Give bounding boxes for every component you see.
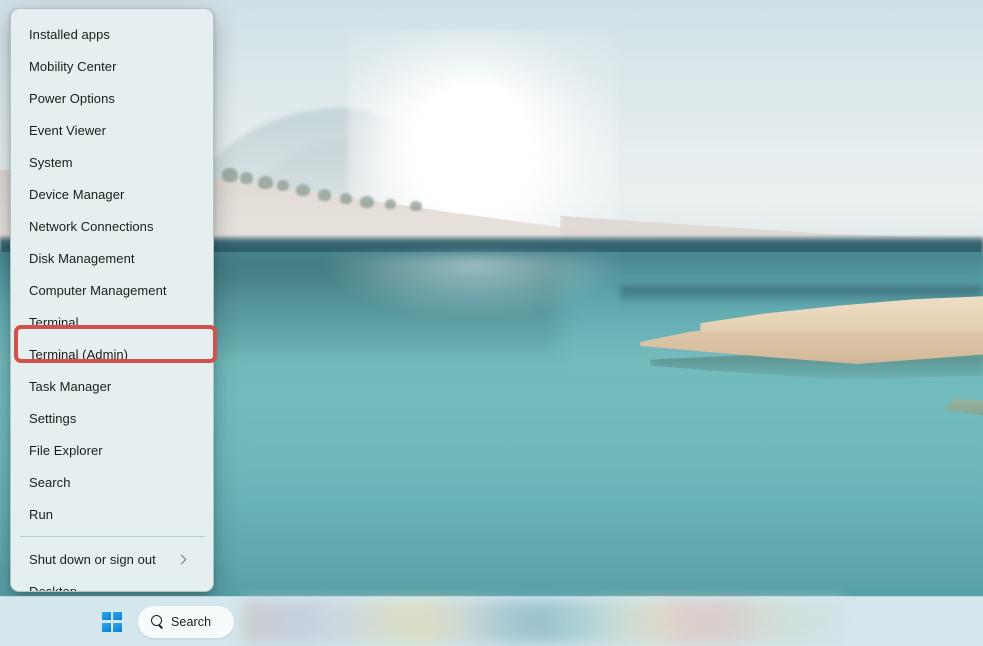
start-button[interactable] <box>95 605 129 639</box>
menu-item-label: Terminal <box>29 314 79 330</box>
shrub-icon <box>360 196 374 208</box>
menu-item-event-viewer[interactable]: Event Viewer <box>14 114 210 146</box>
menu-item-label: Device Manager <box>29 186 125 202</box>
sun-reflection <box>330 255 620 315</box>
chevron-right-icon <box>177 555 186 564</box>
taskbar: Search <box>0 596 983 646</box>
menu-item-label: Computer Management <box>29 282 167 298</box>
menu-item-label: Search <box>29 474 71 490</box>
menu-item-system[interactable]: System <box>14 146 210 178</box>
menu-item-label: Installed apps <box>29 26 110 42</box>
menu-item-computer-management[interactable]: Computer Management <box>14 274 210 306</box>
menu-item-label: Settings <box>29 410 77 426</box>
sun-core <box>420 78 528 184</box>
menu-item-label: Network Connections <box>29 218 154 234</box>
menu-item-label: Event Viewer <box>29 122 106 138</box>
menu-item-power-options[interactable]: Power Options <box>14 82 210 114</box>
menu-item-installed-apps[interactable]: Installed apps <box>14 18 210 50</box>
menu-item-label: Shut down or sign out <box>29 551 156 567</box>
menu-item-settings[interactable]: Settings <box>14 402 210 434</box>
menu-item-run[interactable]: Run <box>14 498 210 530</box>
shrub-icon <box>385 199 396 209</box>
shrub-icon <box>296 184 310 196</box>
shrub-icon <box>240 172 253 184</box>
menu-item-label: System <box>29 154 73 170</box>
shrub-icon <box>318 189 331 201</box>
winx-context-menu[interactable]: Installed apps Mobility Center Power Opt… <box>10 8 214 592</box>
menu-item-task-manager[interactable]: Task Manager <box>14 370 210 402</box>
search-icon <box>151 615 164 628</box>
taskbar-search-button[interactable]: Search <box>138 605 234 638</box>
shrub-icon <box>277 180 289 191</box>
menu-item-label: Desktop <box>29 583 78 592</box>
menu-item-label: Run <box>29 506 53 522</box>
menu-item-terminal-admin[interactable]: Terminal (Admin) <box>14 338 210 370</box>
menu-item-label: Power Options <box>29 90 115 106</box>
taskbar-left-group: Search <box>95 605 234 639</box>
menu-item-label: Terminal (Admin) <box>29 346 129 362</box>
menu-item-shut-down-or-sign-out[interactable]: Shut down or sign out <box>14 543 210 575</box>
menu-item-label: File Explorer <box>29 442 103 458</box>
menu-item-label: Task Manager <box>29 378 112 394</box>
menu-item-label: Disk Management <box>29 250 135 266</box>
taskbar-blurred-region <box>243 600 843 644</box>
menu-item-file-explorer[interactable]: File Explorer <box>14 434 210 466</box>
menu-item-mobility-center[interactable]: Mobility Center <box>14 50 210 82</box>
menu-item-search[interactable]: Search <box>14 466 210 498</box>
menu-separator <box>20 536 205 537</box>
menu-item-desktop[interactable]: Desktop <box>14 575 210 592</box>
shrub-icon <box>340 193 352 204</box>
windows-logo-icon <box>102 611 122 632</box>
shrub-icon <box>410 201 422 211</box>
shrub-icon <box>258 176 273 189</box>
menu-item-network-connections[interactable]: Network Connections <box>14 210 210 242</box>
taskbar-search-label: Search <box>171 614 212 629</box>
menu-item-device-manager[interactable]: Device Manager <box>14 178 210 210</box>
shrub-icon <box>222 168 238 182</box>
menu-item-label: Mobility Center <box>29 58 117 74</box>
menu-item-terminal[interactable]: Terminal <box>14 306 210 338</box>
menu-item-disk-management[interactable]: Disk Management <box>14 242 210 274</box>
